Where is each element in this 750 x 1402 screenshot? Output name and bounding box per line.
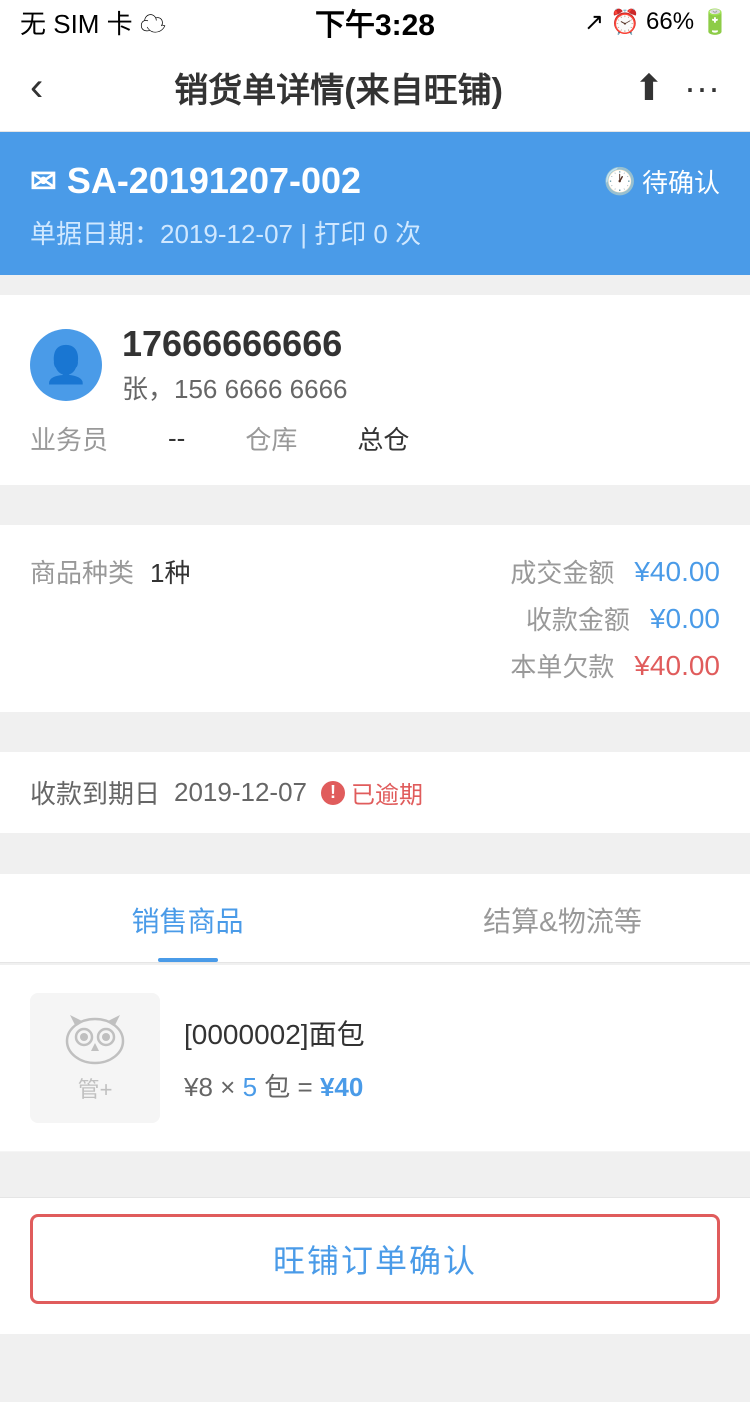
summary-right: 成交金额 ¥40.00 收款金额 ¥0.00 本单欠款 ¥40.00 xyxy=(510,553,720,684)
summary-section: 商品种类 1种 成交金额 ¥40.00 收款金额 ¥0.00 本单欠款 ¥40.… xyxy=(0,525,750,712)
product-price: ¥8 xyxy=(184,1072,213,1102)
order-header: ✉ SA-20191207-002 🕐 待确认 单据日期：2019-12-07 … xyxy=(0,132,750,275)
share-icon[interactable]: ⬆ xyxy=(634,67,664,109)
divider-3 xyxy=(0,834,750,854)
salesperson-label: 业务员 xyxy=(30,420,108,457)
owed-value: ¥40.00 xyxy=(634,650,720,682)
status-left: 无 SIM 卡 ☁ xyxy=(20,4,166,41)
transaction-label: 成交金额 xyxy=(510,553,614,590)
customer-card: 👤 17666666666 张，156 6666 6666 业务员 -- 仓库 … xyxy=(0,295,750,485)
product-list: 管+ [0000002]面包 ¥8 × 5 包 = ¥40 xyxy=(0,965,750,1152)
tab-settlement-label: 结算&物流等 xyxy=(483,906,642,937)
battery-level: 66% xyxy=(646,8,694,36)
summary-left: 商品种类 1种 xyxy=(30,553,190,590)
received-value: ¥0.00 xyxy=(650,603,720,635)
divider-1 xyxy=(0,485,750,505)
location-icon: ↗ xyxy=(584,8,604,37)
transaction-value: ¥40.00 xyxy=(634,556,720,588)
confirm-order-button[interactable]: 旺铺订单确认 xyxy=(30,1214,720,1304)
warehouse-label: 仓库 xyxy=(245,420,297,457)
status-time: 下午3:28 xyxy=(315,0,435,44)
bottom-bar: 旺铺订单确认 xyxy=(0,1197,750,1334)
owed-label: 本单欠款 xyxy=(510,647,614,684)
overdue-text: 已逾期 xyxy=(351,775,423,810)
salesperson-value: -- xyxy=(168,423,185,454)
avatar: 👤 xyxy=(30,329,102,401)
back-button[interactable]: ‹ xyxy=(30,65,43,110)
transaction-row: 成交金额 ¥40.00 xyxy=(510,553,720,590)
multiply-sign: × xyxy=(220,1072,242,1102)
sim-status: 无 SIM 卡 ☁ xyxy=(20,4,166,41)
product-type-row: 商品种类 1种 xyxy=(30,553,190,590)
tabs-container: 销售商品 结算&物流等 xyxy=(0,874,750,963)
customer-info: 17666666666 张，156 6666 6666 xyxy=(122,323,348,406)
owed-row: 本单欠款 ¥40.00 xyxy=(510,647,720,684)
nav-bar: ‹ 销货单详情(来自旺铺) ⬆ ··· xyxy=(0,44,750,132)
status-bar: 无 SIM 卡 ☁ 下午3:28 ↗ ⏰ 66% 🔋 xyxy=(0,0,750,44)
product-qty: 5 xyxy=(243,1072,257,1102)
due-date-section: 收款到期日 2019-12-07 ! 已逾期 xyxy=(0,752,750,834)
owl-logo-svg xyxy=(60,1013,130,1068)
product-total: ¥40 xyxy=(320,1072,363,1102)
product-item: 管+ [0000002]面包 ¥8 × 5 包 = ¥40 xyxy=(0,965,750,1152)
status-clock-icon: 🕐 xyxy=(604,166,636,197)
page-title: 销货单详情(来自旺铺) xyxy=(174,63,503,112)
product-name: [0000002]面包 xyxy=(184,1013,720,1053)
customer-top: 👤 17666666666 张，156 6666 6666 xyxy=(30,323,720,406)
product-type-value: 1种 xyxy=(150,553,190,590)
order-icon: ✉ xyxy=(30,162,57,200)
avatar-icon: 👤 xyxy=(44,344,89,386)
customer-name-phone: 张，156 6666 6666 xyxy=(122,369,348,406)
product-img-placeholder: 管+ xyxy=(30,993,160,1123)
alarm-icon: ⏰ xyxy=(610,8,640,37)
order-id: ✉ SA-20191207-002 xyxy=(30,160,361,202)
equals-sign: = xyxy=(298,1072,320,1102)
due-date-value: 2019-12-07 xyxy=(174,777,307,808)
overdue-warning-icon: ! xyxy=(321,781,345,805)
product-type-label: 商品种类 xyxy=(30,553,134,590)
product-image: 管+ xyxy=(30,993,160,1123)
more-icon[interactable]: ··· xyxy=(684,67,720,109)
status-text: 待确认 xyxy=(642,163,720,200)
customer-extra-info: 业务员 -- 仓库 总仓 xyxy=(30,420,720,457)
tab-sales-product-label: 销售商品 xyxy=(131,906,243,937)
received-label: 收款金额 xyxy=(526,600,630,637)
status-right: ↗ ⏰ 66% 🔋 xyxy=(584,8,730,37)
overdue-badge: ! 已逾期 xyxy=(321,775,423,810)
order-header-top: ✉ SA-20191207-002 🕐 待确认 xyxy=(30,160,720,202)
battery-icon: 🔋 xyxy=(700,8,730,37)
customer-phone: 17666666666 xyxy=(122,323,348,365)
received-row: 收款金额 ¥0.00 xyxy=(526,600,720,637)
order-id-text: SA-20191207-002 xyxy=(67,160,361,202)
product-formula: ¥8 × 5 包 = ¥40 xyxy=(184,1067,720,1104)
product-details: [0000002]面包 ¥8 × 5 包 = ¥40 xyxy=(184,1013,720,1104)
due-date-label: 收款到期日 xyxy=(30,774,160,811)
nav-actions: ⬆ ··· xyxy=(634,67,720,109)
warehouse-value: 总仓 xyxy=(357,420,409,457)
product-unit: 包 xyxy=(264,1072,290,1102)
divider-2 xyxy=(0,712,750,732)
order-status: 🕐 待确认 xyxy=(604,163,720,200)
tab-settlement[interactable]: 结算&物流等 xyxy=(375,874,750,962)
tab-sales-product[interactable]: 销售商品 xyxy=(0,874,375,962)
logo-plus-text: 管+ xyxy=(78,1072,113,1104)
order-date: 单据日期：2019-12-07 | 打印 0 次 xyxy=(30,214,720,251)
